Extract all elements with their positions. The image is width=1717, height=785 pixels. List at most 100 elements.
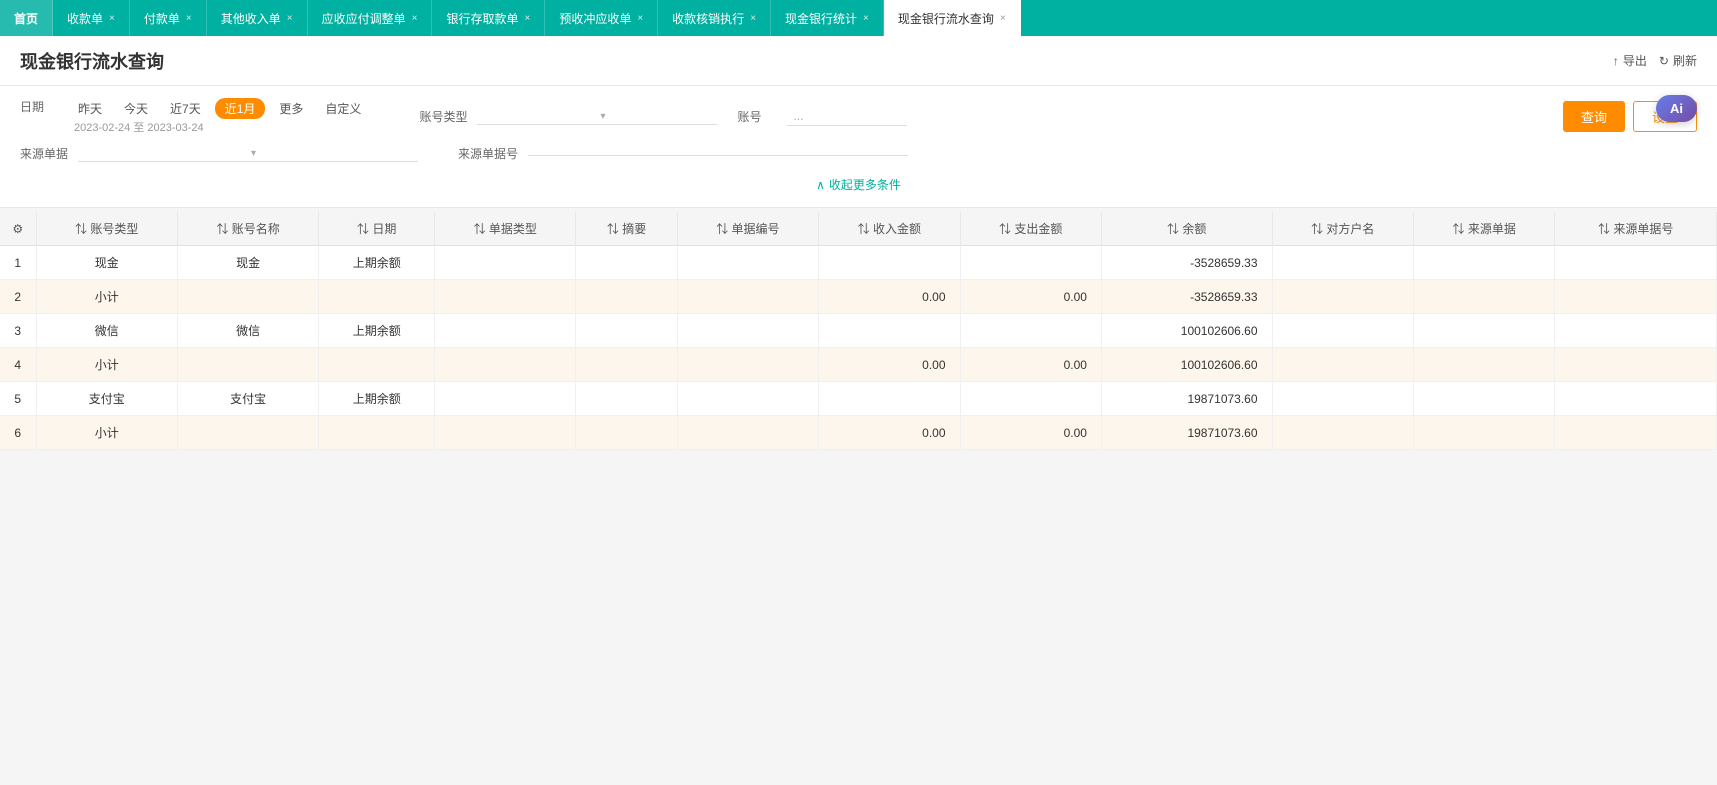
th-source-doc[interactable]: ⇅ 来源单据 [1413, 212, 1554, 246]
table-row[interactable]: 5支付宝支付宝上期余额19871073.60 [0, 382, 1717, 416]
table-row[interactable]: 3微信微信上期余额100102606.60 [0, 314, 1717, 348]
cell-doc-type [435, 348, 576, 382]
query-button[interactable]: 查询 [1563, 101, 1625, 132]
nav-tab-8[interactable]: 现金银行统计 × [771, 0, 884, 36]
cell-expense: 0.00 [960, 416, 1101, 450]
date-btn-yesterday[interactable]: 昨天 [70, 98, 110, 119]
nav-tab-2[interactable]: 付款单 × [130, 0, 207, 36]
close-icon[interactable]: × [863, 13, 869, 24]
nav-home-label: 首页 [14, 10, 38, 27]
cell-doc-no [677, 314, 818, 348]
th-balance[interactable]: ⇅ 余额 [1101, 212, 1272, 246]
cell-doc-no [677, 246, 818, 280]
date-btn-7days[interactable]: 近7天 [162, 98, 209, 119]
table-container: ⚙ ⇅ 账号类型 ⇅ 账号名称 ⇅ 日期 ⇅ 单据类型 ⇅ 摘要 ⇅ 单据编号 [0, 212, 1717, 450]
th-settings[interactable]: ⚙ [0, 212, 36, 246]
close-icon[interactable]: × [109, 13, 115, 24]
close-icon[interactable]: × [750, 13, 756, 24]
cell-date [319, 348, 435, 382]
cell-summary [576, 382, 677, 416]
cell-expense [960, 382, 1101, 416]
nav-tab-label: 收款核销执行 [672, 10, 744, 27]
close-icon[interactable]: × [412, 13, 418, 24]
date-btn-more[interactable]: 更多 [271, 98, 311, 119]
nav-home[interactable]: 首页 [0, 0, 53, 36]
page-title: 现金银行流水查询 [20, 48, 164, 74]
nav-tab-label: 预收冲应收单 [559, 10, 631, 27]
nav-tab-9[interactable]: 现金银行流水查询 × [884, 0, 1021, 36]
cell-source-doc-no [1555, 382, 1717, 416]
th-account-type[interactable]: ⇅ 账号类型 [36, 212, 177, 246]
table-body: 1现金现金上期余额-3528659.332小计0.000.00-3528659.… [0, 246, 1717, 450]
collapse-bar[interactable]: ∧ 收起更多条件 [20, 172, 1697, 195]
date-filter: 日期 昨天 今天 近7天 近1月 更多 自定义 2023-02-24 至 202… [20, 98, 369, 135]
row-num: 1 [0, 246, 36, 280]
close-icon[interactable]: × [637, 13, 643, 24]
table-row[interactable]: 4小计0.000.00100102606.60 [0, 348, 1717, 382]
cell-expense: 0.00 [960, 280, 1101, 314]
cell-date [319, 280, 435, 314]
nav-tab-label: 现金银行流水查询 [898, 10, 994, 27]
close-icon[interactable]: × [287, 13, 293, 24]
row-num: 6 [0, 416, 36, 450]
row-num: 2 [0, 280, 36, 314]
date-btn-today[interactable]: 今天 [116, 98, 156, 119]
cell-summary [576, 246, 677, 280]
th-expense[interactable]: ⇅ 支出金额 [960, 212, 1101, 246]
nav-tab-6[interactable]: 预收冲应收单 × [545, 0, 658, 36]
date-btn-1month[interactable]: 近1月 [215, 98, 266, 119]
th-source-doc-no-label: ⇅ 来源单据号 [1598, 222, 1673, 236]
table-row[interactable]: 1现金现金上期余额-3528659.33 [0, 246, 1717, 280]
nav-tab-5[interactable]: 银行存取款单 × [432, 0, 545, 36]
cell-account-type: 小计 [36, 280, 177, 314]
th-doc-type[interactable]: ⇅ 单据类型 [435, 212, 576, 246]
cell-income: 0.00 [819, 416, 960, 450]
account-label: 账号 [737, 108, 777, 125]
cell-date [319, 416, 435, 450]
cell-source-doc-no [1555, 348, 1717, 382]
th-doc-no[interactable]: ⇅ 单据编号 [677, 212, 818, 246]
date-options: 昨天 今天 近7天 近1月 更多 自定义 [70, 98, 369, 119]
source-doc-select[interactable]: ▾ [78, 146, 418, 162]
date-btn-custom[interactable]: 自定义 [317, 98, 369, 119]
cell-doc-type [435, 280, 576, 314]
nav-tab-4[interactable]: 应收应付调整单 × [308, 0, 433, 36]
cell-account-name [177, 280, 318, 314]
nav-tab-7[interactable]: 收款核销执行 × [658, 0, 771, 36]
cell-source-doc [1413, 280, 1554, 314]
cell-date: 上期余额 [319, 314, 435, 348]
export-button[interactable]: ↑ 导出 [1613, 52, 1647, 69]
row-num: 4 [0, 348, 36, 382]
table-row[interactable]: 6小计0.000.0019871073.60 [0, 416, 1717, 450]
th-summary[interactable]: ⇅ 摘要 [576, 212, 677, 246]
close-icon[interactable]: × [524, 13, 530, 24]
th-counterparty[interactable]: ⇅ 对方户名 [1272, 212, 1413, 246]
cell-account-name: 微信 [177, 314, 318, 348]
nav-tab-1[interactable]: 收款单 × [53, 0, 130, 36]
source-doc-no-label: 来源单据号 [458, 145, 518, 162]
nav-tab-3[interactable]: 其他收入单 × [207, 0, 308, 36]
th-source-doc-no[interactable]: ⇅ 来源单据号 [1555, 212, 1717, 246]
close-icon[interactable]: × [186, 13, 192, 24]
cell-doc-no [677, 280, 818, 314]
th-date-label: ⇅ 日期 [357, 222, 396, 236]
close-icon[interactable]: × [1000, 13, 1006, 24]
th-income[interactable]: ⇅ 收入金额 [819, 212, 960, 246]
th-income-label: ⇅ 收入金额 [858, 222, 921, 236]
filter-row-2: 来源单据 ▾ 来源单据号 [20, 145, 1697, 162]
th-account-name[interactable]: ⇅ 账号名称 [177, 212, 318, 246]
cell-income [819, 382, 960, 416]
ai-badge[interactable]: Ai [1656, 95, 1697, 122]
th-date[interactable]: ⇅ 日期 [319, 212, 435, 246]
refresh-button[interactable]: ↻ 刷新 [1659, 52, 1697, 69]
account-type-select[interactable]: ▾ [477, 109, 717, 125]
cell-counterparty [1272, 314, 1413, 348]
cell-doc-type [435, 314, 576, 348]
account-input[interactable]: ... [787, 107, 907, 126]
cell-balance: 19871073.60 [1101, 416, 1272, 450]
cell-source-doc-no [1555, 280, 1717, 314]
table-row[interactable]: 2小计0.000.00-3528659.33 [0, 280, 1717, 314]
th-source-doc-label: ⇅ 来源单据 [1452, 222, 1515, 236]
cell-doc-no [677, 348, 818, 382]
source-doc-no-input[interactable] [528, 151, 908, 156]
